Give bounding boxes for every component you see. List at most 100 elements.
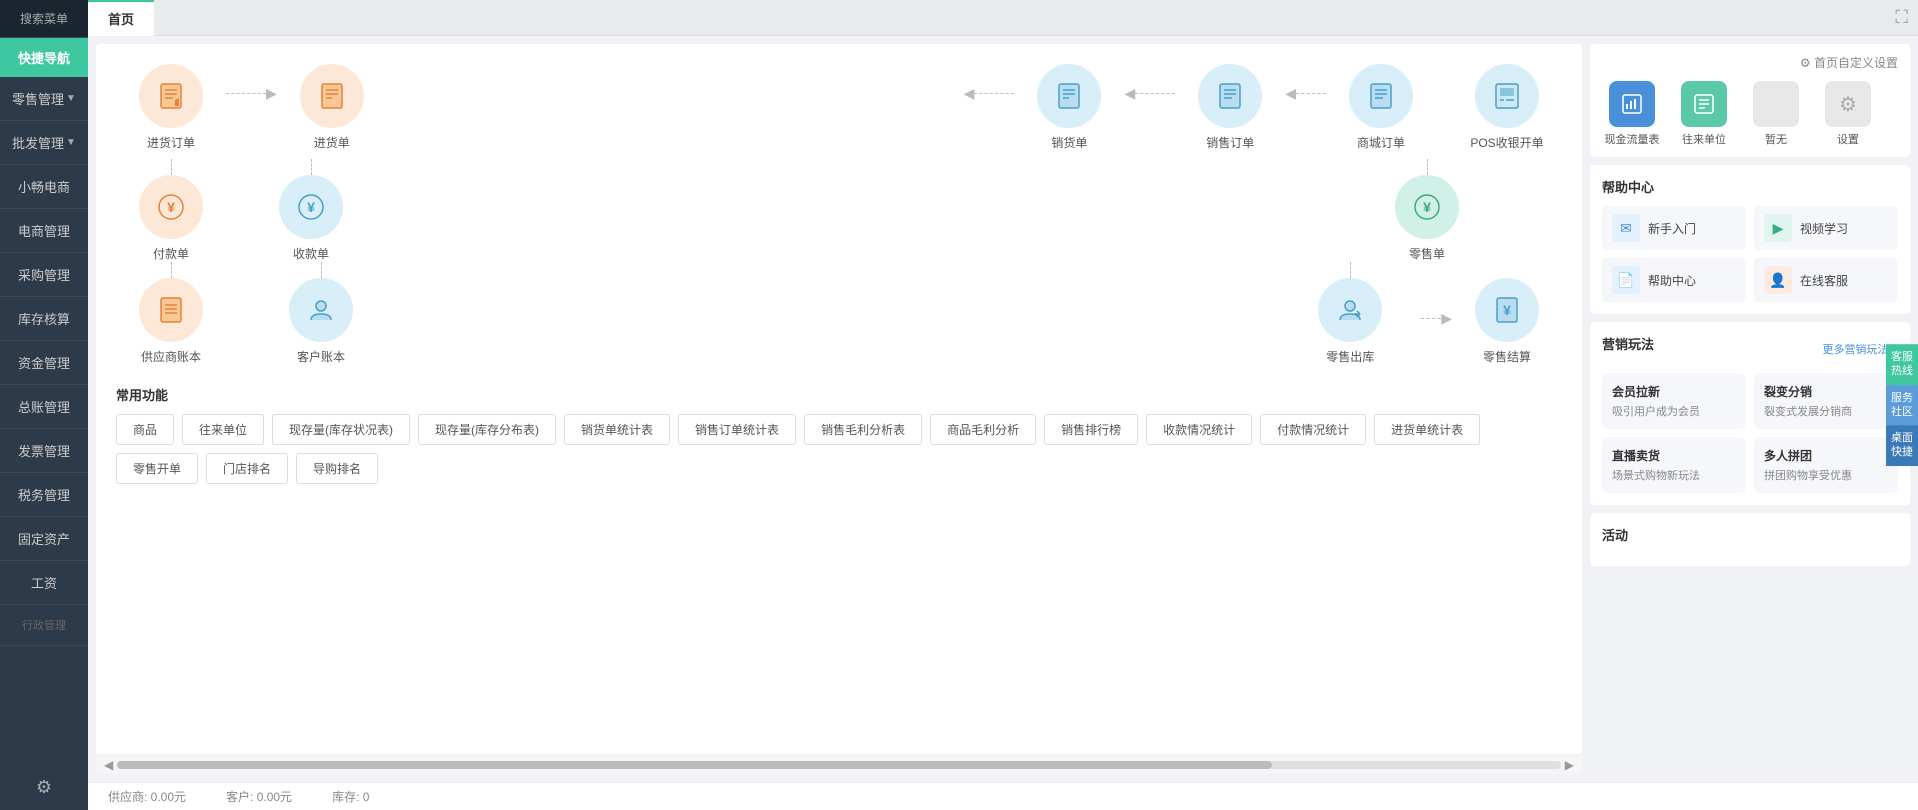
video-label: 视频学习 (1800, 220, 1848, 237)
qa-item-counterpart[interactable]: 往来单位 (1674, 81, 1734, 147)
svg-text:¥: ¥ (307, 199, 315, 215)
scroll-left-icon[interactable]: ◀ (100, 758, 117, 772)
cf-btn-guide-rank[interactable]: 导购排名 (296, 453, 378, 484)
bottom-stats: 供应商: 0.00元 客户: 0.00元 库存: 0 (88, 782, 1918, 810)
help-item-help[interactable]: 📄 帮助中心 (1602, 258, 1746, 302)
cf-btn-retail-order[interactable]: 零售开单 (116, 453, 198, 484)
service-icon: 👤 (1764, 266, 1792, 294)
live-desc: 场景式购物新玩法 (1612, 467, 1736, 483)
sidebar-item-admin[interactable]: 行政管理 (0, 605, 88, 646)
retail-order-icon[interactable]: ¥ (1395, 175, 1459, 239)
sidebar-search[interactable]: 搜索菜单 (0, 0, 88, 38)
main-area: 首页 ⛶ (88, 0, 1918, 810)
cf-btn-stock1[interactable]: 现存量(库存状况表) (272, 414, 410, 445)
retail-settlement-icon[interactable]: ¥ (1475, 278, 1539, 342)
receipt-icon[interactable]: ¥ (279, 175, 343, 239)
sidebar-item-wholesale[interactable]: 批发管理 ▼ (0, 121, 88, 165)
sales-order-label: 销售订单 (1206, 134, 1254, 151)
cf-btn-sales-rank[interactable]: 销售排行榜 (1044, 414, 1138, 445)
left-panel: 进货订单 ▶ (96, 44, 1582, 774)
svg-text:¥: ¥ (1503, 302, 1511, 318)
float-btn-community[interactable]: 服务社区 (1886, 385, 1918, 426)
right-panel: ⚙ 首页自定义设置 现金流量表 (1590, 44, 1910, 774)
sidebar-item-salary[interactable]: 工资 (0, 561, 88, 605)
float-btn-desktop[interactable]: 桌面快捷 (1886, 425, 1918, 466)
sidebar-item-fixed-assets[interactable]: 固定资产 (0, 517, 88, 561)
cf-btn-gross-profit[interactable]: 销售毛利分析表 (804, 414, 922, 445)
marketing-live[interactable]: 直播卖货 场景式购物新玩法 (1602, 437, 1746, 493)
float-btn-service[interactable]: 客服热线 (1886, 344, 1918, 385)
purchase-order-icon[interactable] (139, 64, 203, 128)
sidebar-settings-icon[interactable]: ⚙ (0, 765, 88, 810)
marketing-group[interactable]: 多人拼团 拼团购物享受优惠 (1754, 437, 1898, 493)
sidebar-item-xiaochang[interactable]: 小畅电商 (0, 165, 88, 209)
pos-icon[interactable] (1475, 64, 1539, 128)
sidebar-item-label: 批发管理 (12, 133, 64, 152)
marketing-member[interactable]: 会员拉新 吸引用户成为会员 (1602, 373, 1746, 429)
sidebar-item-invoice[interactable]: 发票管理 (0, 429, 88, 473)
cf-btn-store-rank[interactable]: 门店排名 (206, 453, 288, 484)
help-icon: 📄 (1612, 266, 1640, 294)
cashflow-icon (1609, 81, 1655, 127)
qa-item-settings[interactable]: ⚙ 设置 (1818, 81, 1878, 147)
beginner-label: 新手入门 (1648, 220, 1696, 237)
scroll-thumb (117, 761, 1272, 769)
cf-btn-stock2[interactable]: 现存量(库存分布表) (418, 414, 556, 445)
payment-icon[interactable]: ¥ (139, 175, 203, 239)
stat-inventory: 库存: 0 (332, 788, 369, 805)
marketing-grid: 会员拉新 吸引用户成为会员 裂变分销 裂变式发展分销商 直播卖货 场景式购物新玩… (1602, 373, 1898, 493)
qa-settings[interactable]: ⚙ 首页自定义设置 (1602, 54, 1898, 71)
cf-btn-sales-order-stat[interactable]: 销售订单统计表 (678, 414, 796, 445)
tab-home[interactable]: 首页 (88, 0, 154, 36)
sidebar-item-tax[interactable]: 税务管理 (0, 473, 88, 517)
sidebar-item-purchase[interactable]: 采购管理 (0, 253, 88, 297)
flow-node-sales: 销货单 (1014, 64, 1124, 151)
svg-text:¥: ¥ (1423, 199, 1431, 215)
marketing-fission[interactable]: 裂变分销 裂变式发展分销商 (1754, 373, 1898, 429)
help-item-video[interactable]: ▶ 视频学习 (1754, 206, 1898, 250)
sales-order-icon[interactable] (1198, 64, 1262, 128)
beginner-icon: ✉ (1612, 214, 1640, 242)
sidebar-item-finance[interactable]: 资金管理 (0, 341, 88, 385)
sidebar-item-label: 总账管理 (18, 397, 70, 416)
activity-section: 活动 (1590, 513, 1910, 566)
expand-icon[interactable]: ⛶ (1895, 7, 1918, 28)
member-desc: 吸引用户成为会员 (1612, 403, 1736, 419)
sidebar-item-retail[interactable]: 零售管理 ▼ (0, 77, 88, 121)
sidebar-item-label: 固定资产 (18, 529, 70, 548)
sidebar-quicknav[interactable]: 快捷导航 (0, 38, 88, 77)
customer-account-icon[interactable] (289, 278, 353, 342)
sales-icon[interactable] (1037, 64, 1101, 128)
cf-btn-sales-stat[interactable]: 销货单统计表 (564, 414, 670, 445)
sidebar-item-label: 行政管理 (22, 617, 66, 633)
qa-item-cashflow[interactable]: 现金流量表 (1602, 81, 1662, 147)
sidebar-item-ledger[interactable]: 总账管理 (0, 385, 88, 429)
purchase-icon[interactable] (300, 64, 364, 128)
cf-btn-receipt-stat[interactable]: 收款情况统计 (1146, 414, 1252, 445)
group-title: 多人拼团 (1764, 447, 1888, 464)
scroll-right-icon[interactable]: ▶ (1561, 758, 1578, 772)
flow-node-mall-order: 商城订单 (1326, 64, 1436, 151)
customer-account-label: 客户账本 (297, 348, 345, 365)
sidebar-item-ecommerce[interactable]: 电商管理 (0, 209, 88, 253)
help-item-beginner[interactable]: ✉ 新手入门 (1602, 206, 1746, 250)
cf-btn-purchase-stat[interactable]: 进货单统计表 (1374, 414, 1480, 445)
scroll-bar: ◀ ▶ (96, 754, 1582, 774)
activity-title: 活动 (1602, 525, 1898, 544)
flow-node-purchase: 进货单 (277, 64, 387, 151)
cf-btn-goods[interactable]: 商品 (116, 414, 174, 445)
cf-btn-payment-stat[interactable]: 付款情况统计 (1260, 414, 1366, 445)
sidebar-item-inventory[interactable]: 库存核算 (0, 297, 88, 341)
mall-order-icon[interactable] (1349, 64, 1413, 128)
supplier-account-label: 供应商账本 (141, 348, 201, 365)
help-item-service[interactable]: 👤 在线客服 (1754, 258, 1898, 302)
retail-outbound-icon[interactable] (1318, 278, 1382, 342)
supplier-account-icon[interactable] (139, 278, 203, 342)
quick-access: ⚙ 首页自定义设置 现金流量表 (1590, 44, 1910, 157)
fission-title: 裂变分销 (1764, 383, 1888, 400)
qa-icons-container: 现金流量表 往来单位 (1602, 81, 1898, 147)
receipt-label: 收款单 (293, 245, 329, 262)
cf-btn-counterpart[interactable]: 往来单位 (182, 414, 264, 445)
scroll-track[interactable] (117, 761, 1561, 769)
cf-btn-goods-profit[interactable]: 商品毛利分析 (930, 414, 1036, 445)
